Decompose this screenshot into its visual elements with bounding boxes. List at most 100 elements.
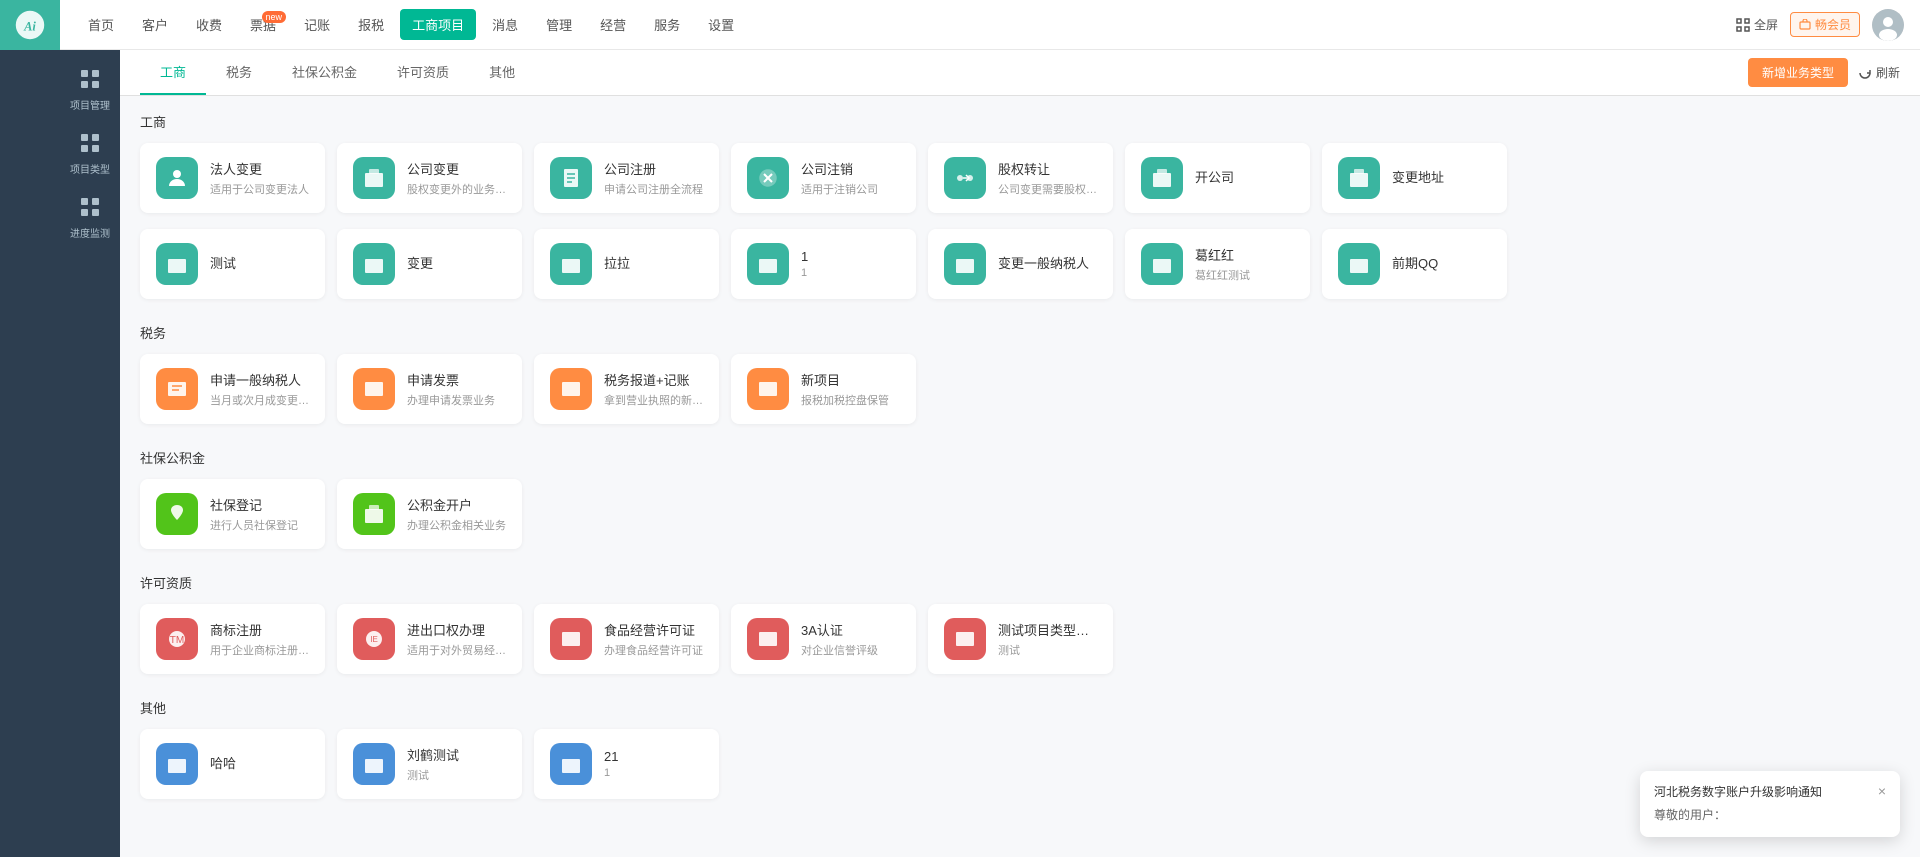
tab-shebao[interactable]: 社保公积金: [272, 50, 377, 95]
new-type-button[interactable]: 新增业务类型: [1748, 58, 1848, 87]
card-food-license[interactable]: 食品经营许可证 办理食品经营许可证: [534, 604, 719, 674]
card-import-export[interactable]: IE 进出口权办理 适用于对外贸易经营者: [337, 604, 522, 674]
nav-ticket[interactable]: 票据 new: [238, 9, 288, 40]
refresh-button[interactable]: 刷新: [1858, 64, 1900, 81]
tabs-right: 新增业务类型 刷新: [1748, 58, 1900, 87]
card-desc-social-register: 进行人员社保登记: [210, 517, 309, 533]
card-icon-company-change: [353, 157, 395, 199]
section-title-qita: 其他: [140, 698, 1900, 717]
card-test[interactable]: 测试: [140, 229, 325, 299]
notif-header: 河北税务数字账户升级影响通知 ×: [1654, 783, 1886, 800]
sidebar-item-project-manage[interactable]: 项目管理: [63, 60, 117, 120]
card-tax-report[interactable]: 税务报道+记账 拿到营业执照的新公司: [534, 354, 719, 424]
card-title-gege: 葛红红: [1195, 245, 1294, 264]
nav-billing[interactable]: 收费: [184, 9, 234, 40]
card-desc-food-license: 办理食品经营许可证: [604, 642, 703, 658]
card-desc-3a-cert: 对企业信誉评级: [801, 642, 900, 658]
card-desc-fund-open: 办理公积金相关业务: [407, 517, 506, 533]
tab-other[interactable]: 其他: [469, 50, 535, 95]
tab-xuke[interactable]: 许可资质: [377, 50, 469, 95]
nav-bookkeeping[interactable]: 记账: [292, 9, 342, 40]
card-icon-apply-invoice: [353, 368, 395, 410]
card-change-address[interactable]: 变更地址: [1322, 143, 1507, 213]
card-info-tax-report: 税务报道+记账 拿到营业执照的新公司: [604, 370, 703, 408]
tabs-left: 工商 税务 社保公积金 许可资质 其他: [140, 50, 535, 95]
tabs-bar: 工商 税务 社保公积金 许可资质 其他 新增业务类型 刷新: [120, 50, 1920, 96]
nav-client[interactable]: 客户: [130, 9, 180, 40]
card-icon-lala: [550, 243, 592, 285]
card-equity-transfer[interactable]: 股权转让 公司变更需要股权转让: [928, 143, 1113, 213]
card-title-liuchu-test: 刘鹤测试: [407, 745, 506, 764]
nav-bizproject[interactable]: 工商项目: [400, 9, 476, 40]
card-info-liuchu-test: 刘鹤测试 测试: [407, 745, 506, 783]
card-open-company[interactable]: 开公司: [1125, 143, 1310, 213]
card-icon-change-address: [1338, 157, 1380, 199]
card-company-cancel[interactable]: 公司注销 适用于注销公司: [731, 143, 916, 213]
card-info-legal-change: 法人变更 适用于公司变更法人: [210, 159, 309, 197]
app-logo[interactable]: Ai: [0, 0, 60, 50]
card-change[interactable]: 变更: [337, 229, 522, 299]
card-legal-change[interactable]: 法人变更 适用于公司变更法人: [140, 143, 325, 213]
nav-service[interactable]: 服务: [642, 9, 692, 40]
card-title-haha: 哈哈: [210, 753, 309, 772]
refresh-label: 刷新: [1876, 64, 1900, 81]
nav-home[interactable]: 首页: [76, 9, 126, 40]
nav-tax[interactable]: 报税: [346, 9, 396, 40]
card-icon-trademark: TM: [156, 618, 198, 660]
card-title-company-cancel: 公司注销: [801, 159, 900, 178]
card-new-project[interactable]: 新项目 报税加税控盘保管: [731, 354, 916, 424]
card-desc-apply-taxpayer: 当月或次月成变更完成: [210, 392, 309, 408]
tab-gongshang[interactable]: 工商: [140, 50, 206, 95]
card-qq[interactable]: 前期QQ: [1322, 229, 1507, 299]
card-company-register[interactable]: 公司注册 申请公司注册全流程: [534, 143, 719, 213]
card-apply-invoice[interactable]: 申请发票 办理申请发票业务: [337, 354, 522, 424]
card-company-change[interactable]: 公司变更 股权变更外的业务变更: [337, 143, 522, 213]
card-title-lala: 拉拉: [604, 253, 703, 272]
card-desc-import-export: 适用于对外贸易经营者: [407, 642, 506, 658]
nav-operation[interactable]: 经营: [588, 9, 638, 40]
card-test-type[interactable]: 测试项目类型自定义 测试: [928, 604, 1113, 674]
card-trademark[interactable]: TM 商标注册 用于企业商标注册服务: [140, 604, 325, 674]
notification-popup: 河北税务数字账户升级影响通知 × 尊敬的用户：: [1640, 771, 1900, 837]
card-gege[interactable]: 葛红红 葛红红测试: [1125, 229, 1310, 299]
card-change-taxpayer[interactable]: 变更一般纳税人: [928, 229, 1113, 299]
card-apply-taxpayer[interactable]: 申请一般纳税人 当月或次月成变更完成: [140, 354, 325, 424]
card-info-test-type: 测试项目类型自定义 测试: [998, 620, 1097, 658]
chart-icon: [79, 196, 101, 221]
card-icon-tax-report: [550, 368, 592, 410]
card-desc-equity-transfer: 公司变更需要股权转让: [998, 181, 1097, 197]
card-info-social-register: 社保登记 进行人员社保登记: [210, 495, 309, 533]
card-liuchu-test[interactable]: 刘鹤测试 测试: [337, 729, 522, 799]
refresh-icon: [1858, 66, 1872, 80]
card-desc-twenty-one: 1: [604, 767, 703, 779]
scroll-content: 工商 法人变更 适用于公司变更法人: [120, 96, 1920, 857]
card-haha[interactable]: 哈哈: [140, 729, 325, 799]
fullscreen-btn[interactable]: 全屏: [1736, 16, 1778, 33]
card-lala[interactable]: 拉拉: [534, 229, 719, 299]
card-info-import-export: 进出口权办理 适用于对外贸易经营者: [407, 620, 506, 658]
card-twenty-one[interactable]: 21 1: [534, 729, 719, 799]
nav-manage[interactable]: 管理: [534, 9, 584, 40]
card-one[interactable]: 1 1: [731, 229, 916, 299]
left-sub-nav: 项目管理 项目类型: [60, 50, 120, 857]
card-desc-one: 1: [801, 267, 900, 279]
card-icon-apply-taxpayer: [156, 368, 198, 410]
nav-settings[interactable]: 设置: [696, 9, 746, 40]
card-social-register[interactable]: 社保登记 进行人员社保登记: [140, 479, 325, 549]
card-fund-open[interactable]: 公积金开户 办理公积金相关业务: [337, 479, 522, 549]
sidebar-item-progress-monitor[interactable]: 进度监测: [63, 188, 117, 248]
card-icon-import-export: IE: [353, 618, 395, 660]
card-3a-cert[interactable]: 3A认证 对企业信誉评级: [731, 604, 916, 674]
member-label: 畅会员: [1815, 16, 1851, 33]
notif-body: 尊敬的用户：: [1654, 806, 1886, 825]
notif-close-button[interactable]: ×: [1878, 783, 1886, 800]
sidebar-item-project-type[interactable]: 项目类型: [63, 124, 117, 184]
card-desc-liuchu-test: 测试: [407, 767, 506, 783]
tab-shuiwu[interactable]: 税务: [206, 50, 272, 95]
member-btn[interactable]: 畅会员: [1790, 12, 1860, 37]
user-avatar[interactable]: [1872, 9, 1904, 41]
card-title-test: 测试: [210, 253, 309, 272]
card-info-haha: 哈哈: [210, 753, 309, 775]
nav-message[interactable]: 消息: [480, 9, 530, 40]
card-info-apply-taxpayer: 申请一般纳税人 当月或次月成变更完成: [210, 370, 309, 408]
